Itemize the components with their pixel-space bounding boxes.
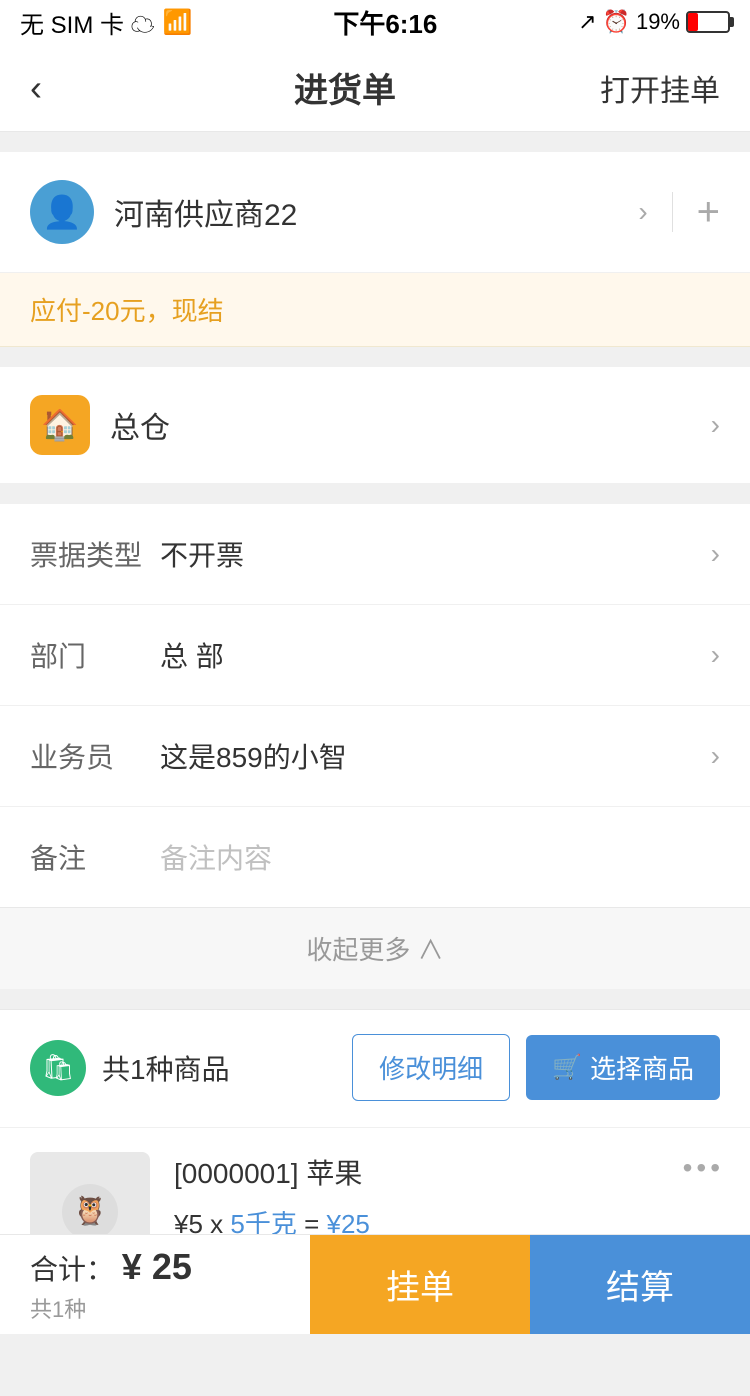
total-count: 共1种 (30, 1292, 280, 1324)
remark-row[interactable]: 备注 备注内容 (0, 806, 750, 907)
department-chevron-icon: › (711, 639, 720, 671)
salesperson-chevron-icon: › (711, 740, 720, 772)
product-info: [0000001] 苹果 ¥5 x 5千克 = ¥25 (174, 1152, 683, 1241)
avatar-icon: 👤 (42, 193, 82, 231)
section-divider-2 (0, 347, 750, 367)
total-label-row: 合计： ¥ 25 (30, 1246, 280, 1288)
divider-vertical (672, 192, 673, 232)
supplier-name: 河南供应商22 (114, 190, 638, 234)
salesperson-label: 业务员 (30, 736, 160, 776)
dot-1: • (683, 1152, 693, 1184)
remark-label: 备注 (30, 837, 160, 877)
department-label: 部门 (30, 635, 160, 675)
warehouse-icon: 🏠 (30, 395, 90, 455)
wifi-icon: 📶 (163, 8, 193, 37)
avatar: 👤 (30, 180, 94, 244)
dot-2: • (696, 1152, 706, 1184)
sim-status: 无 SIM 卡 ☁ (20, 5, 155, 40)
battery-icon (686, 11, 730, 33)
total-amount: ¥ 25 (122, 1246, 192, 1287)
warehouse-chevron-icon: › (711, 409, 720, 441)
pending-button[interactable]: 挂单 (310, 1235, 530, 1334)
section-divider-1 (0, 132, 750, 152)
select-product-label: 选择商品 (590, 1049, 694, 1086)
product-header: 🛍 共1种商品 修改明细 🛒 选择商品 (0, 1009, 750, 1125)
section-divider-3 (0, 483, 750, 503)
svg-text:🦉: 🦉 (73, 1195, 108, 1227)
salesperson-value: 这是859的小智 (160, 736, 711, 776)
cart-icon: 🛒 (552, 1053, 582, 1082)
chevron-right-icon: › (638, 196, 647, 228)
add-button[interactable]: + (697, 190, 720, 235)
alarm-icon: ⏰ (603, 9, 630, 35)
remark-input[interactable]: 备注内容 (160, 837, 720, 877)
total-section: 合计： ¥ 25 共1种 (0, 1235, 310, 1334)
warehouse-name: 总仓 (110, 403, 711, 447)
battery-fill (688, 13, 698, 31)
status-time: 下午6:16 (333, 4, 437, 41)
modify-detail-button[interactable]: 修改明细 (352, 1034, 510, 1101)
select-product-button[interactable]: 🛒 选择商品 (526, 1035, 720, 1100)
battery-percent: 19% (636, 9, 680, 35)
product-title: 苹果 (306, 1158, 362, 1189)
collapse-button[interactable]: 收起更多 ∧ (0, 907, 750, 989)
product-name: [0000001] 苹果 (174, 1152, 683, 1192)
supplier-row[interactable]: 👤 河南供应商22 › + (0, 152, 750, 273)
invoice-value: 不开票 (160, 534, 711, 574)
warehouse-section: 🏠 总仓 › (0, 367, 750, 483)
bottom-bar: 合计： ¥ 25 共1种 挂单 结算 (0, 1234, 750, 1334)
warehouse-row[interactable]: 🏠 总仓 › (0, 367, 750, 483)
total-label: 合计： (30, 1254, 114, 1285)
dot-3: • (710, 1152, 720, 1184)
status-right: ↗ ⏰ 19% (578, 9, 730, 35)
invoice-type-row[interactable]: 票据类型 不开票 › (0, 503, 750, 604)
nav-bar: ‹ 进货单 打开挂单 (0, 44, 750, 132)
location-icon: ↗ (578, 9, 596, 35)
invoice-label: 票据类型 (30, 534, 160, 574)
status-bar: 无 SIM 卡 ☁ 📶 下午6:16 ↗ ⏰ 19% (0, 0, 750, 44)
department-value: 总 部 (160, 635, 711, 675)
open-pending-button[interactable]: 打开挂单 (600, 66, 720, 110)
product-code: [0000001] (174, 1158, 299, 1189)
form-section: 票据类型 不开票 › 部门 总 部 › 业务员 这是859的小智 › 备注 备注… (0, 503, 750, 989)
page-title: 进货单 (294, 63, 396, 112)
product-more-button[interactable]: • • • (683, 1152, 720, 1184)
supplier-section: 👤 河南供应商22 › + 应付-20元，现结 (0, 152, 750, 347)
salesperson-row[interactable]: 业务员 这是859的小智 › (0, 705, 750, 806)
status-left: 无 SIM 卡 ☁ 📶 (20, 5, 193, 40)
section-divider-4 (0, 989, 750, 1009)
product-count: 共1种商品 (102, 1048, 352, 1088)
main-content: 👤 河南供应商22 › + 应付-20元，现结 🏠 总仓 › 票据类型 不开票 … (0, 132, 750, 1396)
product-icon: 🛍 (30, 1040, 86, 1096)
settle-button[interactable]: 结算 (530, 1235, 750, 1334)
supplier-alert: 应付-20元，现结 (0, 273, 750, 347)
invoice-chevron-icon: › (711, 538, 720, 570)
back-button[interactable]: ‹ (30, 67, 90, 109)
department-row[interactable]: 部门 总 部 › (0, 604, 750, 705)
